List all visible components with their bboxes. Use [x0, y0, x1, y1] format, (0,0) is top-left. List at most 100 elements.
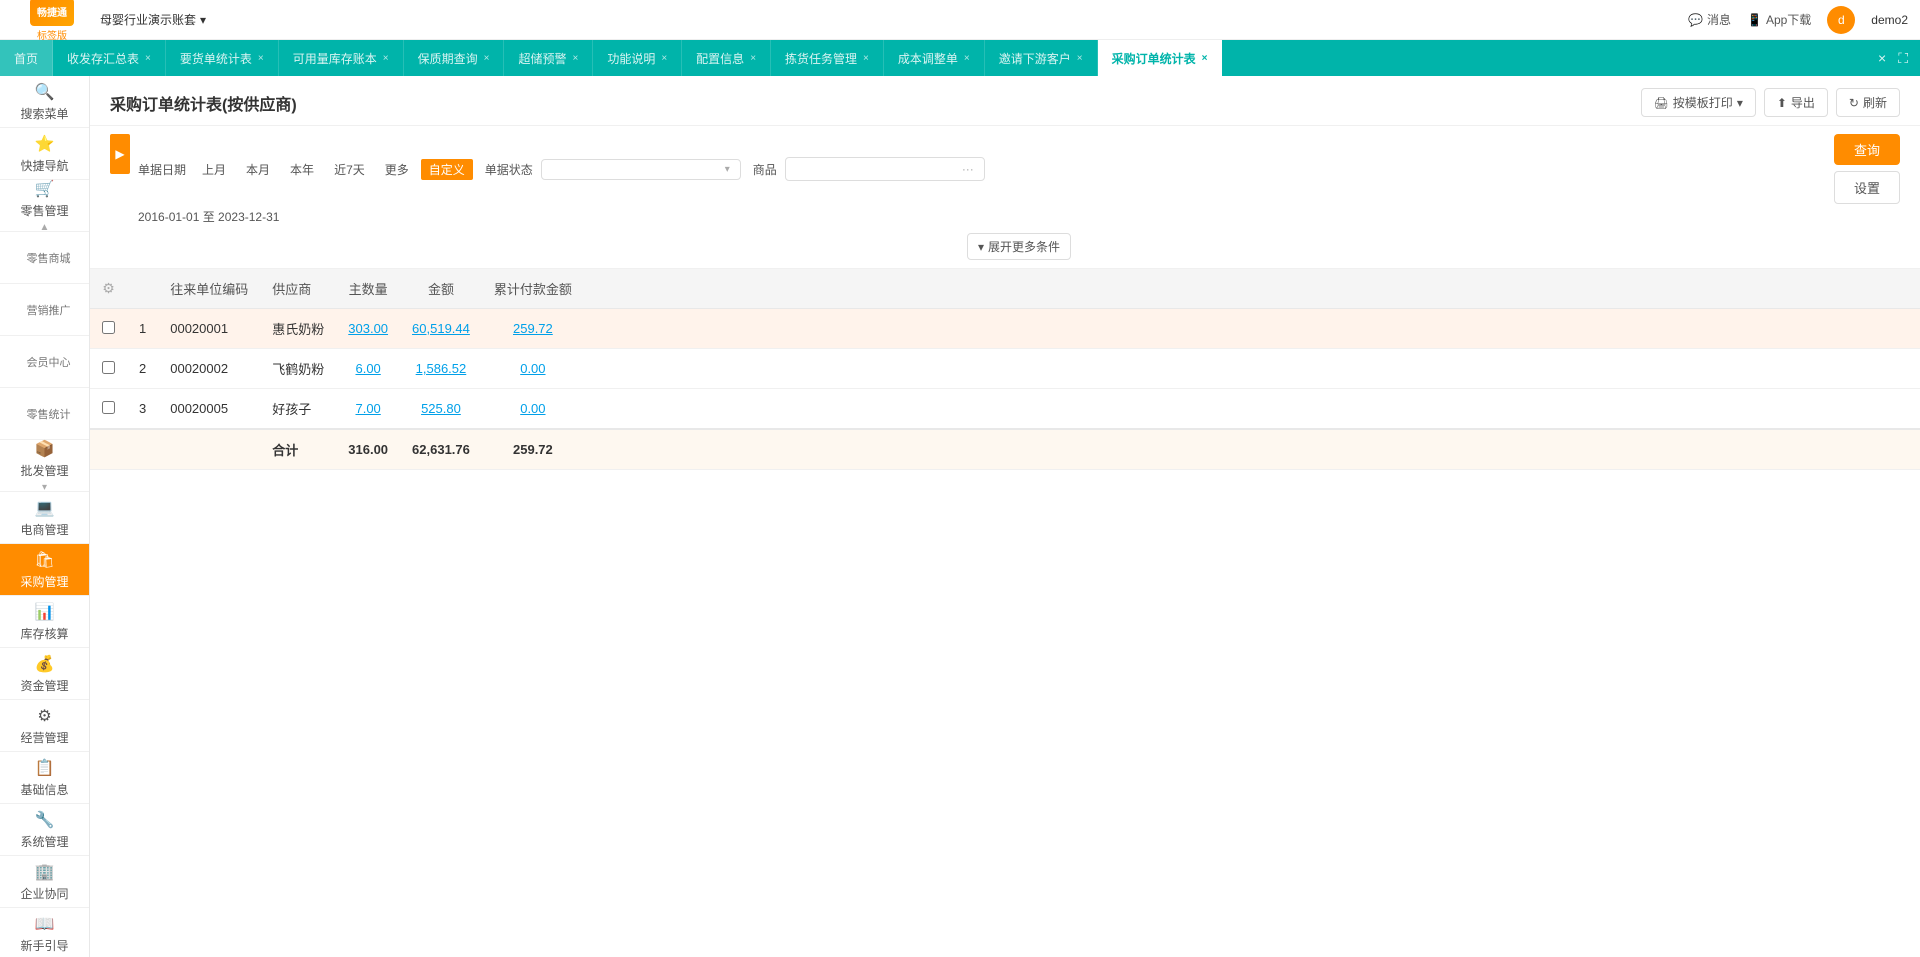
tab-available-stock[interactable]: 可用量库存账本 × — [279, 40, 404, 76]
nav-close-button[interactable]: × — [1874, 46, 1890, 70]
row3-quantity-link[interactable]: 7.00 — [355, 401, 380, 416]
tab-purchase-close[interactable]: × — [1202, 53, 1208, 64]
shortcut-more[interactable]: 更多 — [377, 158, 417, 181]
tab-requisition-summary[interactable]: 要货单统计表 × — [166, 40, 279, 76]
tab-expiry-query[interactable]: 保质期查询 × — [404, 40, 505, 76]
tab-purchase-summary[interactable]: 采购订单统计表 × — [1098, 40, 1223, 76]
newbie-label: 新手引导 — [20, 937, 68, 954]
shortcut-7days[interactable]: 近7天 — [326, 158, 373, 181]
tab-function-close[interactable]: × — [661, 53, 667, 64]
tab-collection-close[interactable]: × — [145, 53, 151, 64]
tab-available-close[interactable]: × — [383, 53, 389, 64]
row1-paid-link[interactable]: 259.72 — [513, 321, 553, 336]
tab-invite-close[interactable]: × — [1077, 53, 1083, 64]
tab-cost-adjust[interactable]: 成本调整单 × — [884, 40, 985, 76]
basic-info-label: 基础信息 — [20, 781, 68, 798]
refresh-button[interactable]: ↻ 刷新 — [1836, 88, 1900, 117]
row1-checkbox[interactable] — [102, 321, 115, 334]
row1-check[interactable] — [90, 309, 127, 349]
export-icon: ⬆ — [1777, 96, 1787, 110]
query-button[interactable]: 查询 — [1834, 134, 1900, 165]
row3-paid[interactable]: 0.00 — [482, 389, 584, 430]
row2-amount[interactable]: 1,586.52 — [400, 349, 482, 389]
row3-quantity[interactable]: 7.00 — [336, 389, 400, 430]
settings-button[interactable]: 设置 — [1834, 171, 1900, 204]
goods-input[interactable]: ··· — [785, 157, 985, 181]
message-button[interactable]: 💬 消息 — [1688, 11, 1731, 28]
shortcut-last-month[interactable]: 上月 — [194, 158, 234, 181]
export-button[interactable]: ⬆ 导出 — [1764, 88, 1828, 117]
shortcut-this-month[interactable]: 本月 — [238, 158, 278, 181]
row2-paid-link[interactable]: 0.00 — [520, 361, 545, 376]
tab-expiry-close[interactable]: × — [484, 53, 490, 64]
user-avatar[interactable]: d — [1827, 6, 1855, 34]
sidebar-item-marketing[interactable]: 营销推广 — [0, 284, 89, 336]
row1-quantity-link[interactable]: 303.00 — [348, 321, 388, 336]
tab-cost-close[interactable]: × — [964, 53, 970, 64]
status-select[interactable]: ▾ — [541, 159, 741, 180]
tab-config-label: 配置信息 — [696, 50, 744, 67]
app-download-button[interactable]: 📱 App下载 — [1747, 11, 1811, 28]
sidebar-item-search[interactable]: 🔍 搜索菜单 — [0, 76, 89, 128]
table-settings-icon[interactable]: ⚙ — [102, 280, 115, 296]
sidebar-item-retail-mall[interactable]: 零售商城 — [0, 232, 89, 284]
custom-date-tag[interactable]: 自定义 — [421, 159, 473, 180]
nav-fullscreen-button[interactable]: ⛶ — [1894, 46, 1912, 71]
workspace-selector[interactable]: 母婴行业演示账套 ▾ — [100, 11, 206, 28]
row2-quantity[interactable]: 6.00 — [336, 349, 400, 389]
tab-invite-downstream[interactable]: 邀请下游客户 × — [985, 40, 1098, 76]
filter-toggle-button[interactable]: ▶ — [110, 134, 130, 174]
tab-overstock-warning[interactable]: 超储预警 × — [504, 40, 593, 76]
inventory-icon: 📊 — [35, 602, 55, 622]
sidebar-item-ecommerce[interactable]: 💻 电商管理 — [0, 492, 89, 544]
wholesale-icon: 📦 — [35, 439, 55, 459]
tab-picking-task[interactable]: 拣货任务管理 × — [771, 40, 884, 76]
sidebar-item-retail-stats[interactable]: 零售统计 — [0, 388, 89, 440]
tab-collection-summary[interactable]: 收发存汇总表 × — [53, 40, 166, 76]
sidebar-item-purchase[interactable]: 🛍 采购管理 — [0, 544, 89, 596]
row3-amount-link[interactable]: 525.80 — [421, 401, 461, 416]
sidebar-item-basic-info[interactable]: 📋 基础信息 — [0, 752, 89, 804]
sidebar-item-quick-nav[interactable]: ⭐ 快捷导航 — [0, 128, 89, 180]
col-settings[interactable]: ⚙ — [90, 269, 127, 309]
tab-config-close[interactable]: × — [750, 53, 756, 64]
row3-paid-link[interactable]: 0.00 — [520, 401, 545, 416]
sidebar-item-system[interactable]: 🔧 系统管理 — [0, 804, 89, 856]
expand-more-button[interactable]: ▾ 展开更多条件 — [967, 233, 1071, 260]
row1-paid[interactable]: 259.72 — [482, 309, 584, 349]
row2-check[interactable] — [90, 349, 127, 389]
sidebar-item-retail[interactable]: 🛒 零售管理 ▲ — [0, 180, 89, 232]
sidebar-item-finance[interactable]: 💰 资金管理 — [0, 648, 89, 700]
row3-checkbox[interactable] — [102, 401, 115, 414]
row2-quantity-link[interactable]: 6.00 — [355, 361, 380, 376]
row1-amount-link[interactable]: 60,519.44 — [412, 321, 470, 336]
template-print-button[interactable]: 🖨 按模板打印 ▾ — [1641, 88, 1756, 117]
row2-paid[interactable]: 0.00 — [482, 349, 584, 389]
row3-check[interactable] — [90, 389, 127, 430]
row2-amount-link[interactable]: 1,586.52 — [416, 361, 467, 376]
workspace-name: 母婴行业演示账套 — [100, 11, 196, 28]
tab-config-info[interactable]: 配置信息 × — [682, 40, 771, 76]
row1-quantity[interactable]: 303.00 — [336, 309, 400, 349]
ecommerce-icon: 💻 — [35, 498, 55, 518]
sidebar-item-inventory[interactable]: 📊 库存核算 — [0, 596, 89, 648]
sidebar-item-enterprise[interactable]: 🏢 企业协同 — [0, 856, 89, 908]
row1-amount[interactable]: 60,519.44 — [400, 309, 482, 349]
row2-checkbox[interactable] — [102, 361, 115, 374]
username-label[interactable]: demo2 — [1871, 13, 1908, 27]
expand-label: 展开更多条件 — [988, 238, 1060, 255]
row3-amount[interactable]: 525.80 — [400, 389, 482, 430]
tab-home[interactable]: 首页 — [0, 40, 53, 76]
sidebar-item-newbie[interactable]: 📖 新手引导 — [0, 908, 89, 957]
tab-picking-close[interactable]: × — [863, 53, 869, 64]
tab-function-desc[interactable]: 功能说明 × — [593, 40, 682, 76]
sidebar-item-wholesale[interactable]: 📦 批发管理 ▾ — [0, 440, 89, 492]
shortcut-this-year[interactable]: 本年 — [282, 158, 322, 181]
sidebar-item-member[interactable]: 会员中心 — [0, 336, 89, 388]
sidebar-item-operations[interactable]: ⚙ 经营管理 — [0, 700, 89, 752]
tab-overstock-close[interactable]: × — [572, 53, 578, 64]
tab-overstock-label: 超储预警 — [518, 50, 566, 67]
tab-requisition-close[interactable]: × — [258, 53, 264, 64]
table-row: 2 00020002 飞鹤奶粉 6.00 1,586.52 0.00 — [90, 349, 1920, 389]
row2-supplier: 飞鹤奶粉 — [260, 349, 336, 389]
